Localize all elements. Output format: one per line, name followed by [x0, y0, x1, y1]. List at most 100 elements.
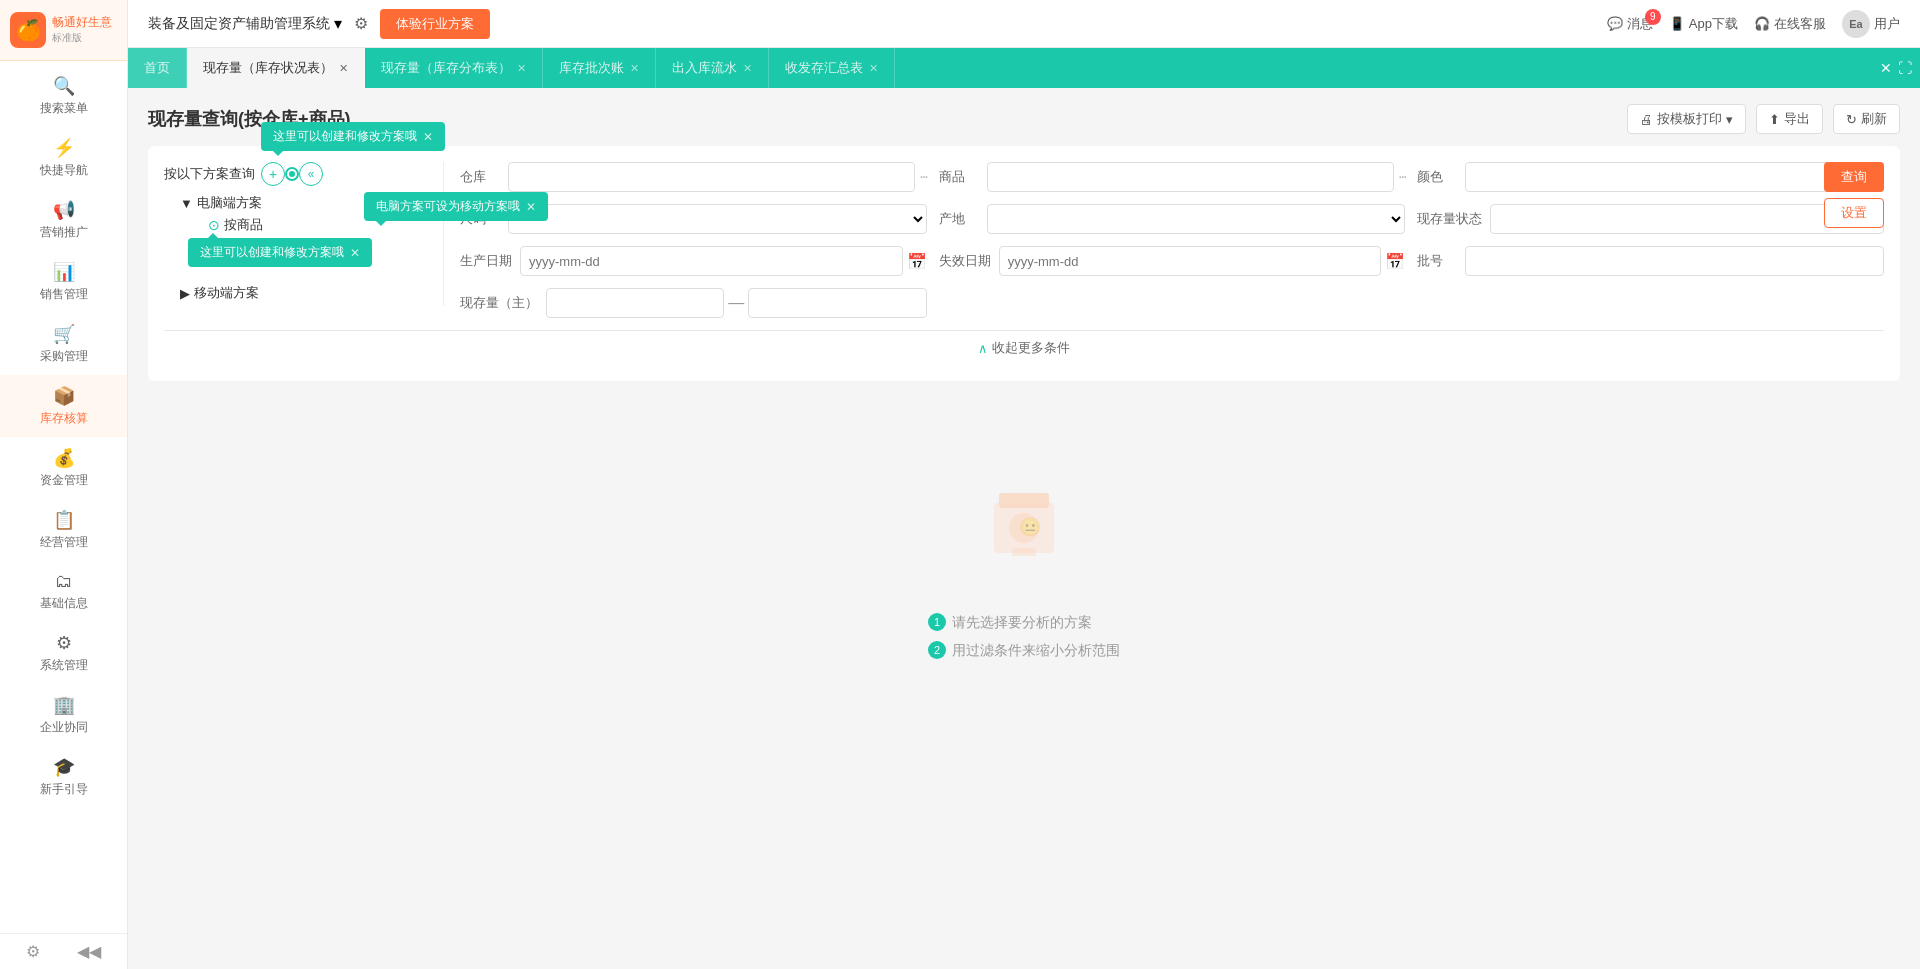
expiry-date-icon[interactable]: 📅 [1385, 252, 1405, 271]
mobile-scheme-item[interactable]: ▶ 移动端方案 [180, 284, 427, 302]
tab-close-inventory-status[interactable]: ✕ [339, 62, 348, 75]
tooltip-edit-close[interactable]: ✕ [350, 246, 360, 260]
goods-dots[interactable]: ··· [1398, 168, 1405, 186]
back-scheme-btn[interactable]: « [299, 162, 323, 186]
dropdown-arrow-icon: ▾ [1726, 112, 1733, 127]
tab-batch-ledger[interactable]: 库存批次账 ✕ [543, 48, 656, 88]
trial-industry-btn[interactable]: 体验行业方案 [380, 9, 490, 39]
tab-in-out-flow[interactable]: 出入库流水 ✕ [656, 48, 769, 88]
expiry-date-label: 失效日期 [939, 252, 991, 270]
scheme-arrow-right: ▶ [180, 286, 190, 301]
warehouse-dots[interactable]: ··· [919, 168, 926, 186]
tab-close-in-out-flow[interactable]: ✕ [743, 62, 752, 75]
step-1-num: 1 [928, 613, 946, 631]
online-service-btn[interactable]: 🎧 在线客服 [1754, 15, 1826, 33]
origin-select[interactable] [987, 204, 1406, 234]
tab-close-receive-summary[interactable]: ✕ [869, 62, 878, 75]
stock-qty-max-input[interactable] [748, 288, 926, 318]
stock-status-label: 现存量状态 [1417, 210, 1482, 228]
system-name: 装备及固定资产辅助管理系统 [148, 15, 330, 33]
goods-input[interactable] [987, 162, 1394, 192]
collapse-sidebar-btn[interactable]: ◀◀ [77, 942, 101, 961]
logo-text: 畅通好生意 [52, 15, 112, 31]
refresh-btn[interactable]: ↻ 刷新 [1833, 104, 1900, 134]
sidebar-item-base-info[interactable]: 🗂 基础信息 [0, 561, 127, 622]
tab-close-inventory-dist[interactable]: ✕ [517, 62, 526, 75]
stock-qty-min-input[interactable] [546, 288, 724, 318]
add-scheme-tooltip: 这里可以创建和修改方案哦 ✕ [261, 122, 445, 151]
user-area[interactable]: Ea 用户 [1842, 10, 1900, 38]
refresh-icon: ↻ [1846, 112, 1857, 127]
sidebar-item-inventory[interactable]: 📦 库存核算 [0, 375, 127, 437]
filter-label: 按以下方案查询 [164, 165, 255, 183]
sidebar-item-sales[interactable]: 📊 销售管理 [0, 251, 127, 313]
purchase-icon: 🛒 [53, 323, 75, 345]
export-btn[interactable]: ⬆ 导出 [1756, 104, 1823, 134]
app-download-btn[interactable]: 📱 App下载 [1669, 15, 1738, 33]
sidebar-item-system[interactable]: ⚙ 系统管理 [0, 622, 127, 684]
filter-row-4: 现存量（主） — [460, 288, 1884, 318]
empty-step-2: 2 用过滤条件来缩小分析范围 [928, 636, 1120, 664]
edit-scheme-tooltip: 这里可以创建和修改方案哦 ✕ [188, 238, 372, 267]
message-btn[interactable]: 💬 消息 9 [1607, 15, 1653, 33]
empty-step-1: 1 请先选择要分析的方案 [928, 608, 1120, 636]
printer-icon: 🖨 [1640, 112, 1653, 127]
batch-no-input[interactable] [1465, 246, 1884, 276]
scheme-switch-tooltip-wrap: 电脑方案可设为移动方案哦 ✕ [364, 192, 548, 221]
production-date-icon[interactable]: 📅 [907, 252, 927, 271]
expiry-date-input[interactable] [999, 246, 1382, 276]
tab-fullscreen-btn[interactable]: ⛶ [1898, 60, 1912, 76]
search-menu-icon: 🔍 [53, 75, 75, 97]
step-2-num: 2 [928, 641, 946, 659]
warehouse-input[interactable] [508, 162, 915, 192]
operations-icon: 📋 [53, 509, 75, 531]
sidebar-item-operations[interactable]: 📋 经营管理 [0, 499, 127, 561]
page-actions: 🖨 按模板打印 ▾ ⬆ 导出 ↻ 刷新 [1627, 104, 1900, 134]
empty-text: 1 请先选择要分析的方案 2 用过滤条件来缩小分析范围 [928, 608, 1120, 664]
marketing-icon: 📢 [53, 199, 75, 221]
sidebar-item-guide[interactable]: 🎓 新手引导 [0, 746, 127, 808]
sidebar-item-enterprise[interactable]: 🏢 企业协同 [0, 684, 127, 746]
sidebar-item-marketing[interactable]: 📢 营销推广 [0, 189, 127, 251]
tab-close-batch-ledger[interactable]: ✕ [630, 62, 639, 75]
color-select[interactable] [1465, 162, 1884, 192]
tab-actions: ✕ ⛶ [1872, 48, 1920, 88]
filter-fields-section: 仓库 ··· 商品 ··· [444, 162, 1884, 318]
settings-gear-btn[interactable]: ⚙ [354, 14, 368, 33]
system-icon: ⚙ [56, 632, 72, 654]
tooltip-scheme-close[interactable]: ✕ [526, 200, 536, 214]
quick-nav-icon: ⚡ [53, 137, 75, 159]
tab-inventory-status[interactable]: 现存量（库存状况表） ✕ [187, 48, 365, 88]
tooltip-create-close[interactable]: ✕ [423, 130, 433, 144]
system-selector[interactable]: 装备及固定资产辅助管理系统 ▾ [148, 14, 342, 33]
sidebar-item-search-menu[interactable]: 🔍 搜索菜单 [0, 65, 127, 127]
base-info-icon: 🗂 [55, 571, 73, 592]
sidebar-item-finance[interactable]: 💰 资金管理 [0, 437, 127, 499]
svg-rect-4 [1012, 548, 1036, 556]
page-body: 现存量查询(按仓库+商品) 🖨 按模板打印 ▾ ⬆ 导出 ↻ 刷新 [128, 88, 1920, 969]
reset-btn[interactable]: 设置 [1824, 198, 1884, 228]
tab-receive-summary[interactable]: 收发存汇总表 ✕ [769, 48, 895, 88]
tab-close-all-btn[interactable]: ✕ [1880, 60, 1892, 76]
empty-illustration: 😐 [964, 473, 1084, 573]
tab-inventory-dist[interactable]: 现存量（库存分布表） ✕ [365, 48, 543, 88]
tab-home[interactable]: 首页 [128, 48, 187, 88]
sidebar-item-quick-nav[interactable]: ⚡ 快捷导航 [0, 127, 127, 189]
sales-icon: 📊 [53, 261, 75, 283]
query-btn[interactable]: 查询 [1824, 162, 1884, 192]
print-btn[interactable]: 🖨 按模板打印 ▾ [1627, 104, 1746, 134]
empty-icon: 😐 [964, 473, 1084, 592]
collapse-btn[interactable]: ∧ 收起更多条件 [978, 339, 1070, 357]
logo-badge: 标准版 [52, 31, 112, 45]
logo-icon: 🍊 [10, 12, 46, 48]
export-icon: ⬆ [1769, 112, 1780, 127]
sidebar-item-purchase[interactable]: 🛒 采购管理 [0, 313, 127, 375]
add-scheme-btn[interactable]: + [261, 162, 285, 186]
settings-bottom-btn[interactable]: ⚙ [26, 942, 40, 961]
tab-bar: 首页 现存量（库存状况表） ✕ 现存量（库存分布表） ✕ 库存批次账 ✕ 出入库… [128, 48, 1920, 88]
size-select[interactable] [508, 204, 927, 234]
production-date-input[interactable] [520, 246, 903, 276]
batch-no-label: 批号 [1417, 252, 1457, 270]
inventory-icon: 📦 [53, 385, 75, 407]
dot-wrap [287, 169, 297, 179]
